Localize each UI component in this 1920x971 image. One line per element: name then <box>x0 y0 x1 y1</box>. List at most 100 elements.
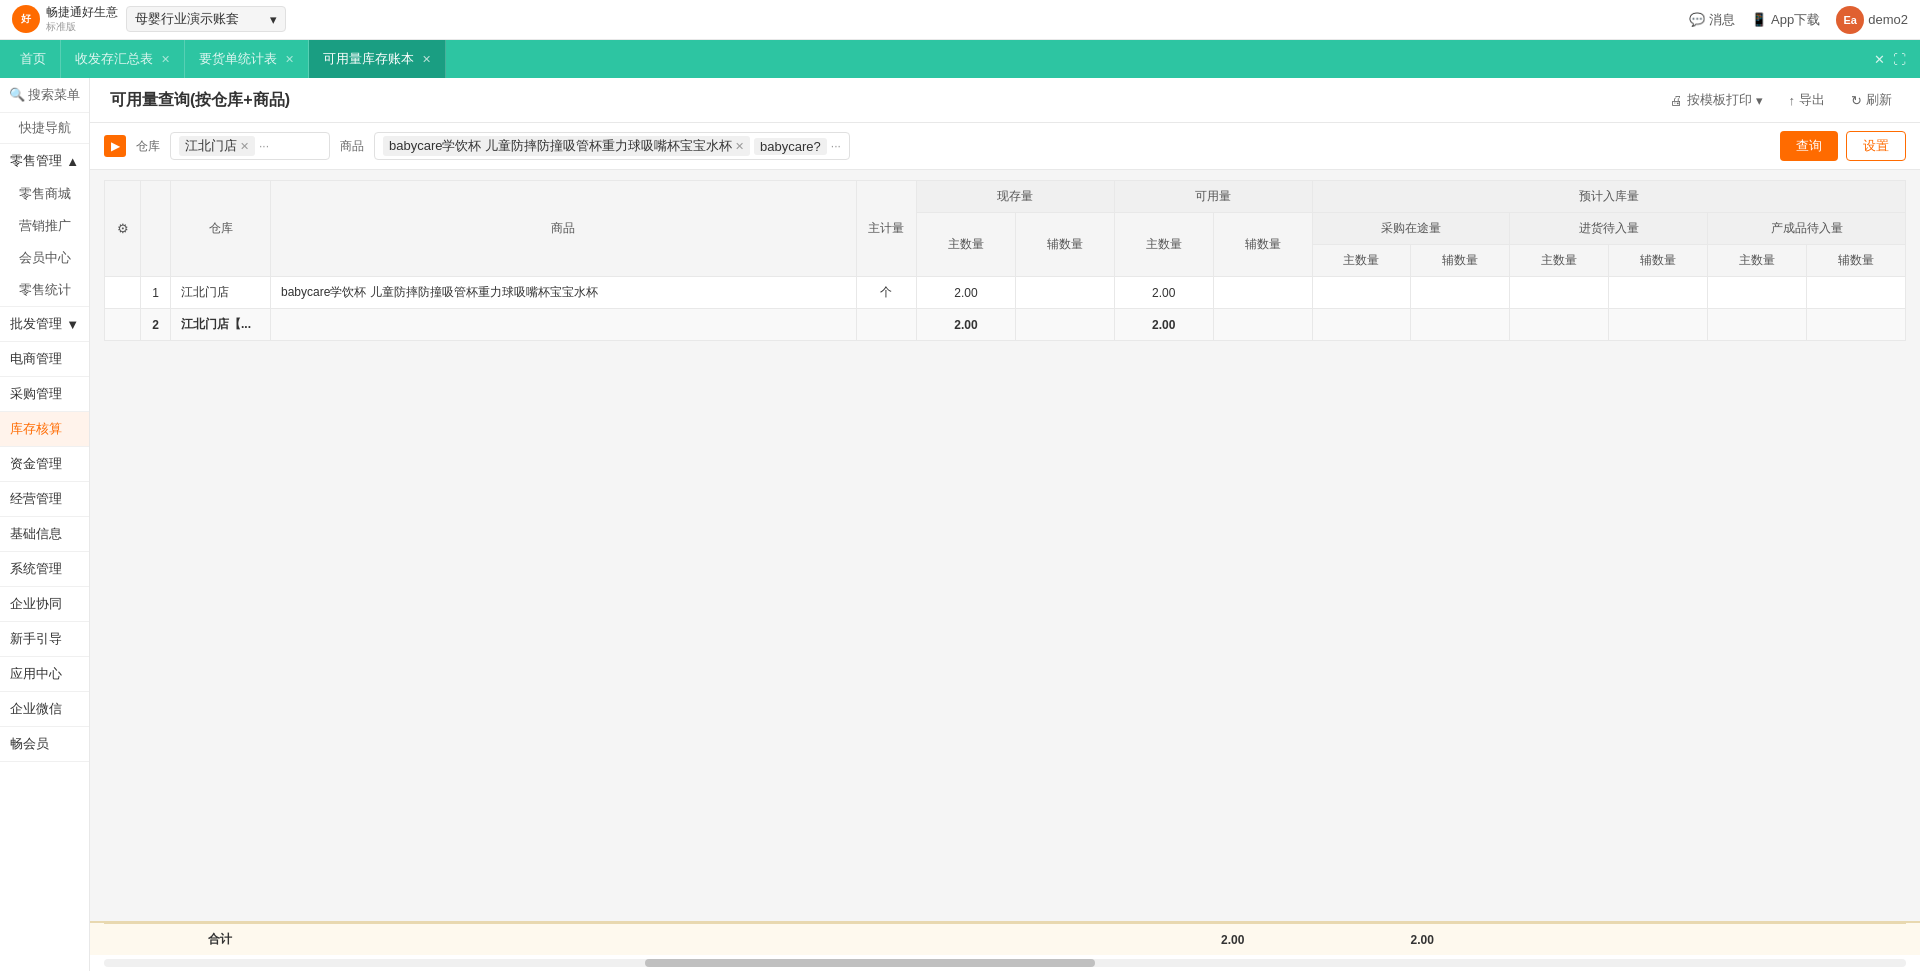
export-btn[interactable]: ↑ 导出 <box>1781 88 1834 112</box>
row1-stock-main: 2.00 <box>916 277 1015 309</box>
tab-receive-summary[interactable]: 收发存汇总表 ✕ <box>61 40 185 78</box>
row1-production-main <box>1708 277 1807 309</box>
row1-purchase-transit-aux <box>1411 277 1510 309</box>
table-total-footer: 合计 2.00 2.00 <box>90 921 1920 955</box>
print-btn[interactable]: 🖨 按模板打印 ▾ <box>1662 88 1771 112</box>
total-stock-aux <box>1298 924 1358 956</box>
row2-purchase-transit-aux <box>1411 309 1510 341</box>
sidebar-purchase-item[interactable]: 采购管理 <box>0 377 89 411</box>
sidebar-group-finance: 资金管理 <box>0 447 89 482</box>
total-inc-aux <box>1726 924 1786 956</box>
sidebar-group-inventory: 库存核算 <box>0 412 89 447</box>
sidebar-finance-item[interactable]: 资金管理 <box>0 447 89 481</box>
sidebar-group-appstore: 应用中心 <box>0 657 89 692</box>
sidebar-inventory-item[interactable]: 库存核算 <box>0 412 89 446</box>
warehouse-filter-input[interactable]: 江北门店 ✕ ··· <box>170 132 330 160</box>
logo-text: 畅捷通好生意 <box>46 5 118 19</box>
total-pt-main <box>1547 924 1607 956</box>
sidebar-group-basic: 基础信息 <box>0 517 89 552</box>
col-settings-header[interactable]: ⚙ <box>105 181 141 277</box>
row2-settings <box>105 309 141 341</box>
settings-gear-icon[interactable]: ⚙ <box>117 221 129 236</box>
sidebar-newguide-item[interactable]: 新手引导 <box>0 622 89 656</box>
sidebar-wholesale-label: 批发管理 <box>10 315 62 333</box>
expand-filter-btn[interactable]: ▶ <box>104 135 126 157</box>
product-tag1-value: babycare学饮杯 儿童防摔防撞吸管杯重力球吸嘴杯宝宝水杯 <box>389 137 732 155</box>
sidebar-retail-label: 零售管理 <box>10 152 62 170</box>
sidebar-enterprise-item[interactable]: 企业协同 <box>0 587 89 621</box>
sidebar-basic-label: 基础信息 <box>10 525 62 543</box>
sidebar-retail-mall-label: 零售商城 <box>19 186 71 201</box>
tab-available-ledger[interactable]: 可用量库存账本 ✕ <box>309 40 446 78</box>
sidebar-item-retail-stats[interactable]: 零售统计 <box>0 274 89 306</box>
row1-num: 1 <box>141 277 171 309</box>
col-production-main-header: 主数量 <box>1708 245 1807 277</box>
row1-available-main: 2.00 <box>1114 277 1213 309</box>
product-tag2: babycare? <box>754 138 827 155</box>
sidebar-item-members[interactable]: 会员中心 <box>0 242 89 274</box>
print-chevron-icon: ▾ <box>1756 93 1763 108</box>
sidebar-enterprise-label: 企业协同 <box>10 595 62 613</box>
close-available-ledger-icon[interactable]: ✕ <box>422 53 431 66</box>
warehouse-tag-close-icon[interactable]: ✕ <box>240 140 249 153</box>
total-settings-cell <box>104 924 140 956</box>
col-unit-header: 主计量 <box>856 181 916 277</box>
user-area[interactable]: Ea demo2 <box>1836 6 1908 34</box>
sidebar-search[interactable]: 🔍 搜索菜单 <box>0 78 89 113</box>
nav-tabs: 首页 收发存汇总表 ✕ 要货单统计表 ✕ 可用量库存账本 ✕ ✕ ⛶ <box>0 40 1920 78</box>
sidebar-retail-stats-label: 零售统计 <box>19 282 71 297</box>
col-purchase-transit-main-header: 主数量 <box>1312 245 1411 277</box>
scroll-thumb[interactable] <box>645 959 1096 967</box>
close-receive-summary-icon[interactable]: ✕ <box>161 53 170 66</box>
warehouse-tag-value: 江北门店 <box>185 137 237 155</box>
warehouse-more-icon[interactable]: ··· <box>259 139 269 153</box>
sidebar-system-item[interactable]: 系统管理 <box>0 552 89 586</box>
sidebar-item-marketing[interactable]: 营销推广 <box>0 210 89 242</box>
tab-home[interactable]: 首页 <box>6 40 61 78</box>
total-prod-aux <box>1846 924 1906 956</box>
col-rownum-header <box>141 181 171 277</box>
close-order-stats-icon[interactable]: ✕ <box>285 53 294 66</box>
messages-btn[interactable]: 💬 消息 <box>1689 11 1735 29</box>
col-production-header: 产成品待入量 <box>1708 213 1906 245</box>
sidebar-group-retail: 零售管理 ▲ 零售商城 营销推广 会员中心 零售统计 <box>0 144 89 307</box>
app-download-btn[interactable]: 📱 App下载 <box>1751 11 1820 29</box>
query-button[interactable]: 查询 <box>1780 131 1838 161</box>
col-stock-group-header: 现存量 <box>916 181 1114 213</box>
product-tag1: babycare学饮杯 儿童防摔防撞吸管杯重力球吸嘴杯宝宝水杯 ✕ <box>383 136 750 156</box>
product-filter-input[interactable]: babycare学饮杯 儿童防摔防撞吸管杯重力球吸嘴杯宝宝水杯 ✕ babyca… <box>374 132 850 160</box>
total-row: 合计 2.00 2.00 <box>104 924 1906 956</box>
tenant-selector[interactable]: 母婴行业演示账套 ▾ <box>126 6 286 32</box>
tab-order-stats-label: 要货单统计表 <box>199 50 277 68</box>
sidebar-group-enterprise: 企业协同 <box>0 587 89 622</box>
product-tag1-close-icon[interactable]: ✕ <box>735 140 744 153</box>
sidebar-ecommerce-item[interactable]: 电商管理 <box>0 342 89 376</box>
refresh-btn[interactable]: ↻ 刷新 <box>1843 88 1900 112</box>
sidebar-retail-toggle[interactable]: 零售管理 ▲ <box>0 144 89 178</box>
sidebar-quicknav[interactable]: 快捷导航 <box>0 113 89 144</box>
sidebar-appstore-item[interactable]: 应用中心 <box>0 657 89 691</box>
app-download-label: App下载 <box>1771 11 1820 29</box>
sidebar-item-retail-mall[interactable]: 零售商城 <box>0 178 89 210</box>
top-bar: 好 畅捷通好生意 标准版 母婴行业演示账套 ▾ 💬 消息 📱 App下载 Ea … <box>0 0 1920 40</box>
sidebar-wholesale-toggle[interactable]: 批发管理 ▼ <box>0 307 89 341</box>
close-all-icon[interactable]: ✕ <box>1874 52 1885 67</box>
sidebar-operations-item[interactable]: 经营管理 <box>0 482 89 516</box>
sidebar-basic-item[interactable]: 基础信息 <box>0 517 89 551</box>
settings-button[interactable]: 设置 <box>1846 131 1906 161</box>
tab-order-stats[interactable]: 要货单统计表 ✕ <box>185 40 309 78</box>
maximize-icon[interactable]: ⛶ <box>1893 52 1906 67</box>
scroll-track <box>104 959 1906 967</box>
horizontal-scrollbar[interactable] <box>90 955 1920 971</box>
print-label: 按模板打印 <box>1687 91 1752 109</box>
total-available-main: 2.00 <box>1357 924 1487 956</box>
row1-product: babycare学饮杯 儿童防摔防撞吸管杯重力球吸嘴杯宝宝水杯 <box>271 277 857 309</box>
export-label: 导出 <box>1799 91 1825 109</box>
sidebar-wechat-item[interactable]: 企业微信 <box>0 692 89 726</box>
sidebar-member-item[interactable]: 畅会员 <box>0 727 89 761</box>
row2-available-aux <box>1213 309 1312 341</box>
avatar: Ea <box>1836 6 1864 34</box>
product-more-icon[interactable]: ··· <box>831 139 841 153</box>
col-available-main-header: 主数量 <box>1114 213 1213 277</box>
tab-available-ledger-label: 可用量库存账本 <box>323 50 414 68</box>
